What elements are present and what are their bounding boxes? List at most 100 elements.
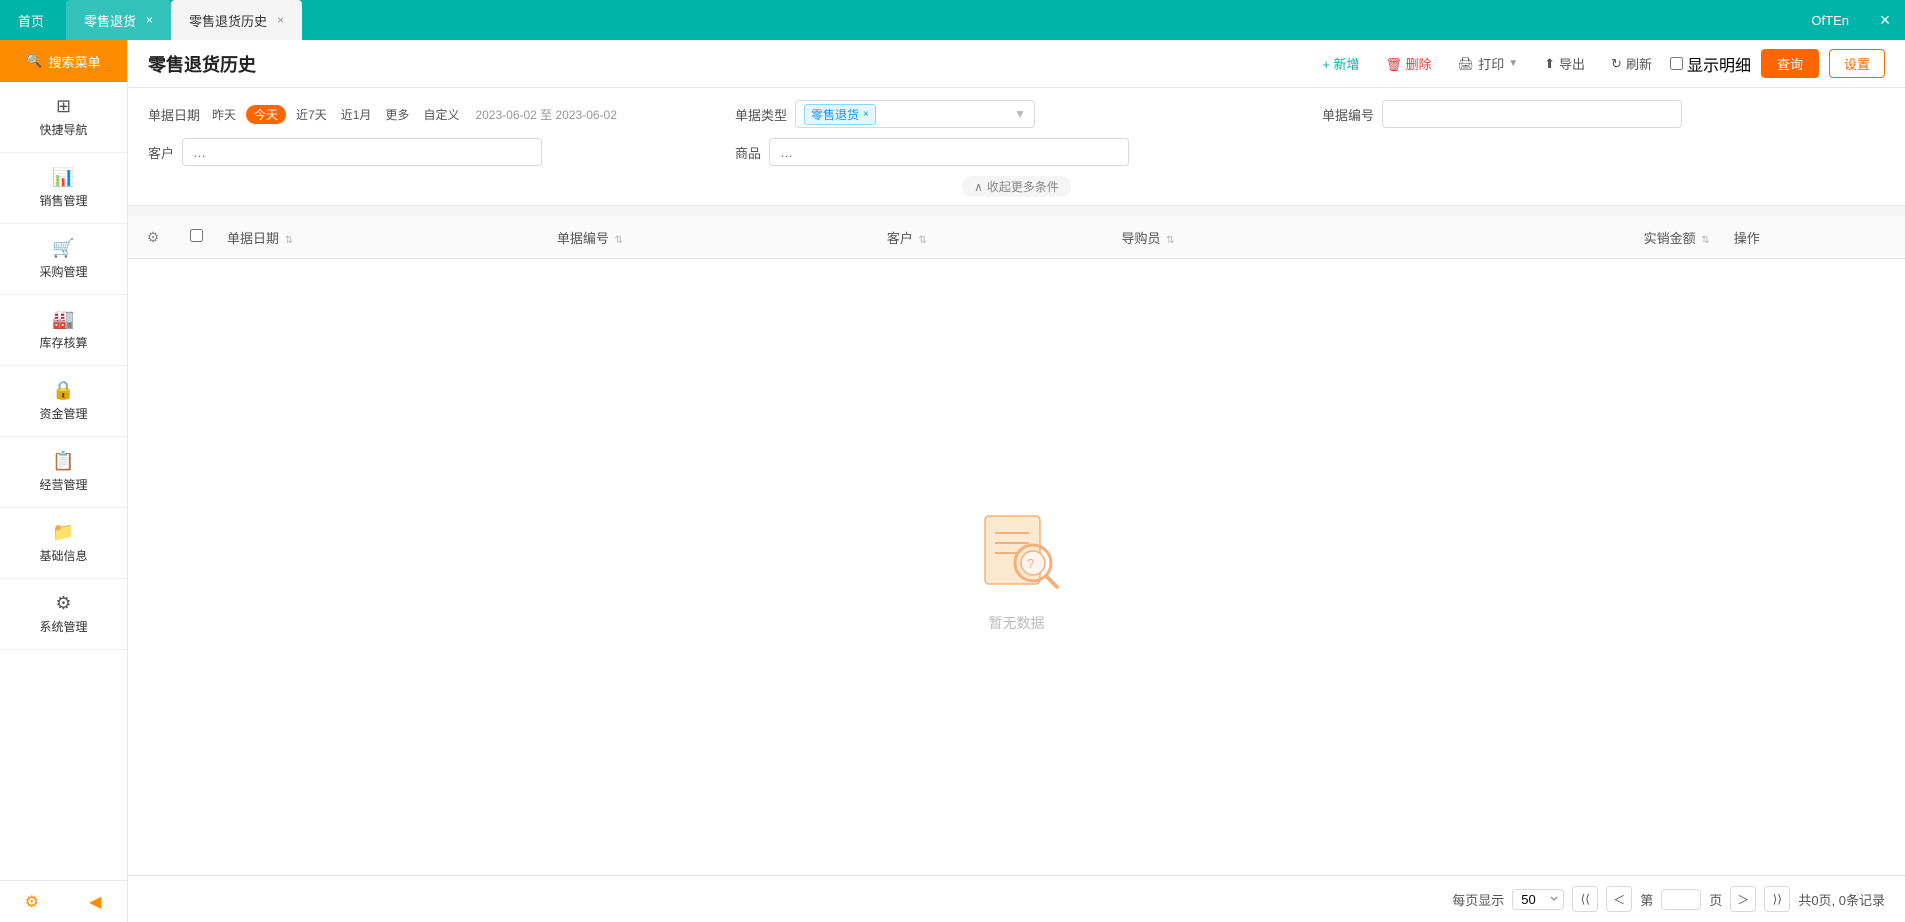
- show-detail-checkbox[interactable]: [1670, 57, 1683, 70]
- sidebar-item-operations-mgmt-label: 经营管理: [39, 476, 87, 493]
- filter-goods: 商品: [735, 138, 1298, 166]
- filter-voucher-type: 单据类型 零售退货 × ▼: [735, 100, 1298, 128]
- date-opt-yesterday[interactable]: 昨天: [208, 105, 240, 124]
- brand-label: OfTEn: [1811, 13, 1865, 28]
- collapse-label: 收起更多条件: [987, 178, 1059, 195]
- empty-state: ? 暂无数据: [128, 259, 1905, 875]
- export-button[interactable]: ⬆ 导出: [1536, 50, 1593, 77]
- col-voucher-no-sort[interactable]: ⇅: [615, 235, 623, 246]
- date-label: 单据日期: [148, 105, 200, 124]
- col-guide-sort[interactable]: ⇅: [1166, 235, 1174, 246]
- empty-illustration: ?: [967, 501, 1067, 601]
- sidebar: 🔍 搜索菜单 ⊞ 快捷导航 📊 销售管理 🛒 采购管理 🏭 库存核算 🔒 资金管…: [0, 40, 128, 922]
- svg-text:?: ?: [1027, 556, 1034, 571]
- collapse-button[interactable]: ∧ 收起更多条件: [962, 176, 1071, 197]
- per-page-label: 每页显示: [1452, 890, 1504, 909]
- page-unit: 页: [1709, 890, 1722, 909]
- print-button[interactable]: 🖨 打印 ▼: [1450, 50, 1526, 77]
- pagination: 每页显示 10 20 50 100 ⟨⟨ ＜ 第 1 页 ＞ ⟩⟩ 共0页, 0…: [128, 875, 1905, 922]
- operations-mgmt-icon: 📋: [52, 451, 74, 472]
- sidebar-item-operations-mgmt[interactable]: 📋 经营管理: [0, 437, 127, 508]
- system-mgmt-icon: ⚙: [55, 593, 71, 614]
- sidebar-item-finance-mgmt[interactable]: 🔒 资金管理: [0, 366, 127, 437]
- sidebar-item-basic-info-label: 基础信息: [39, 547, 87, 564]
- voucher-type-dropdown-icon[interactable]: ▼: [1014, 107, 1026, 121]
- voucher-type-tag-text: 零售退货: [811, 106, 859, 123]
- col-customer-sort[interactable]: ⇅: [918, 235, 926, 246]
- next-page-button[interactable]: ＞: [1730, 886, 1756, 912]
- refresh-button[interactable]: ↻ 刷新: [1603, 50, 1660, 77]
- print-label: 打印: [1478, 54, 1504, 73]
- sidebar-item-finance-mgmt-label: 资金管理: [39, 405, 87, 422]
- sidebar-audio-button[interactable]: ◀: [64, 881, 128, 922]
- sidebar-item-sales-mgmt[interactable]: 📊 销售管理: [0, 153, 127, 224]
- export-icon: ⬆: [1544, 56, 1555, 72]
- voucher-type-tag-close[interactable]: ×: [863, 109, 869, 120]
- date-opt-7days[interactable]: 近7天: [292, 105, 331, 124]
- tab-retail-return-history-close[interactable]: ×: [277, 13, 284, 27]
- show-detail-toggle: 显示明细: [1670, 52, 1751, 76]
- sidebar-settings-button[interactable]: ⚙: [0, 881, 64, 922]
- filter-date: 单据日期 昨天 今天 近7天 近1月 更多 自定义 2023-06-02 至 2…: [148, 105, 711, 124]
- select-all-checkbox[interactable]: [190, 229, 203, 242]
- voucher-no-label: 单据编号: [1322, 105, 1374, 124]
- sidebar-item-purchase-mgmt[interactable]: 🛒 采购管理: [0, 224, 127, 295]
- filter-customer: 客户: [148, 138, 711, 166]
- settings-button[interactable]: 设置: [1829, 49, 1885, 78]
- sidebar-item-system-mgmt[interactable]: ⚙ 系统管理: [0, 579, 127, 650]
- refresh-label: 刷新: [1626, 54, 1652, 73]
- date-opt-1month[interactable]: 近1月: [337, 105, 376, 124]
- toolbar: + 新增 🗑 删除 🖨 打印 ▼ ⬆ 导出 ↻ 刷新 显示明细: [1314, 49, 1885, 78]
- window-close-button[interactable]: ×: [1865, 0, 1905, 40]
- sidebar-item-inventory[interactable]: 🏭 库存核算: [0, 295, 127, 366]
- table-settings-icon[interactable]: ⚙: [140, 224, 166, 250]
- tab-retail-return-history[interactable]: 零售退货历史 ×: [171, 0, 302, 40]
- first-page-button[interactable]: ⟨⟨: [1572, 886, 1598, 912]
- last-page-button[interactable]: ⟩⟩: [1764, 886, 1790, 912]
- sidebar-item-basic-info[interactable]: 📁 基础信息: [0, 508, 127, 579]
- filter-row-2: 客户 商品: [148, 138, 1885, 166]
- export-label: 导出: [1559, 54, 1585, 73]
- date-range-display: 2023-06-02 至 2023-06-02: [475, 106, 616, 123]
- customer-input[interactable]: [182, 138, 542, 166]
- filter-voucher-no: 单据编号: [1322, 100, 1885, 128]
- sidebar-search[interactable]: 🔍 搜索菜单: [0, 40, 127, 82]
- add-button[interactable]: + 新增: [1314, 50, 1367, 77]
- tab-retail-return-close[interactable]: ×: [146, 13, 153, 27]
- page-label: 第: [1640, 890, 1653, 909]
- voucher-type-input[interactable]: 零售退货 × ▼: [795, 100, 1035, 128]
- tab-home[interactable]: 首页: [0, 0, 62, 40]
- date-opt-custom[interactable]: 自定义: [419, 105, 463, 124]
- date-opt-more[interactable]: 更多: [381, 105, 413, 124]
- goods-label: 商品: [735, 143, 761, 162]
- col-date: 单据日期 ⇅: [215, 216, 545, 259]
- search-icon: 🔍: [26, 53, 42, 69]
- tab-retail-return-history-label: 零售退货历史: [189, 11, 267, 30]
- tab-home-label: 首页: [18, 11, 44, 30]
- per-page-select[interactable]: 10 20 50 100: [1512, 889, 1564, 910]
- voucher-no-input[interactable]: [1382, 100, 1682, 128]
- sidebar-item-quick-nav[interactable]: ⊞ 快捷导航: [0, 82, 127, 153]
- finance-mgmt-icon: 🔒: [52, 380, 74, 401]
- col-actual-amount-sort[interactable]: ⇅: [1701, 235, 1709, 246]
- empty-text: 暂无数据: [989, 613, 1045, 633]
- delete-button[interactable]: 🗑 删除: [1378, 50, 1440, 77]
- date-opt-today[interactable]: 今天: [246, 105, 286, 124]
- sidebar-item-system-mgmt-label: 系统管理: [39, 618, 87, 635]
- table-area: ⚙ 单据日期 ⇅ 单据编号 ⇅: [128, 216, 1905, 922]
- col-customer-label: 客户: [887, 231, 913, 246]
- col-guide-label: 导购员: [1121, 231, 1160, 246]
- col-date-label: 单据日期: [227, 231, 279, 246]
- print-dropdown-icon[interactable]: ▼: [1508, 58, 1518, 69]
- tab-retail-return[interactable]: 零售退货 ×: [66, 0, 171, 40]
- goods-input[interactable]: [769, 138, 1129, 166]
- sidebar-item-purchase-mgmt-label: 采购管理: [39, 263, 87, 280]
- sidebar-bottom: ⚙ ◀: [0, 880, 127, 922]
- col-date-sort[interactable]: ⇅: [285, 235, 293, 246]
- purchase-mgmt-icon: 🛒: [52, 238, 74, 259]
- prev-page-button[interactable]: ＜: [1606, 886, 1632, 912]
- query-button[interactable]: 查询: [1761, 49, 1819, 78]
- filter-area: 单据日期 昨天 今天 近7天 近1月 更多 自定义 2023-06-02 至 2…: [128, 88, 1905, 206]
- page-input[interactable]: 1: [1661, 889, 1701, 910]
- sidebar-item-inventory-label: 库存核算: [39, 334, 87, 351]
